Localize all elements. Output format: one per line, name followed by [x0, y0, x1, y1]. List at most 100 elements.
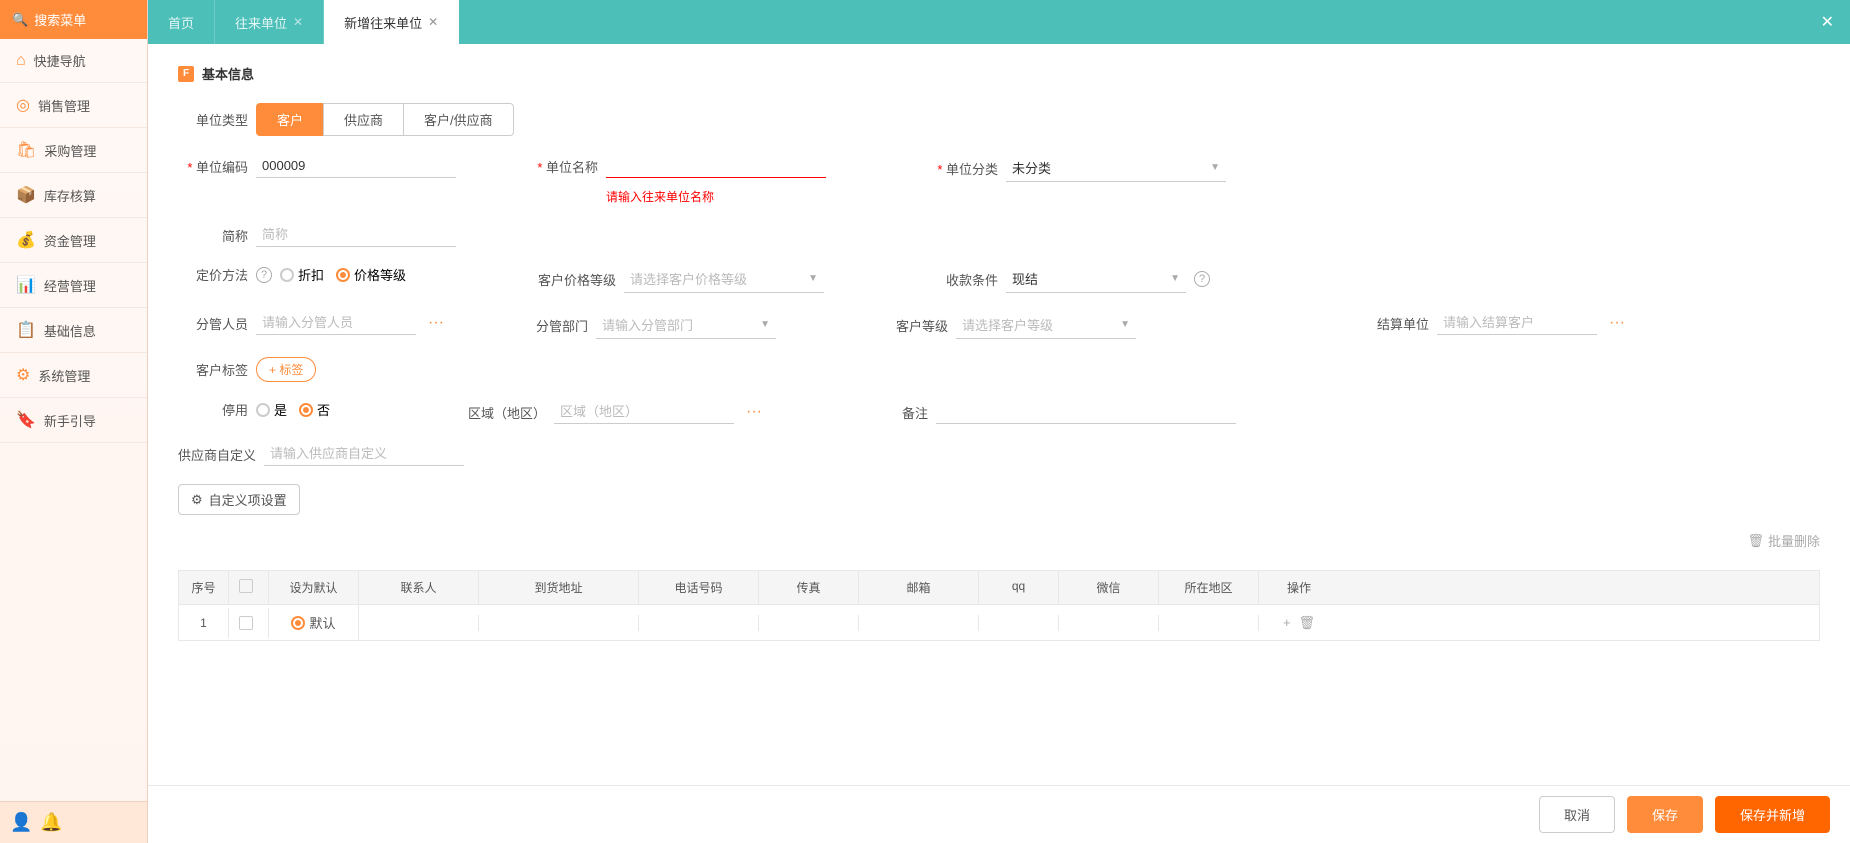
- row1-wechat[interactable]: [1059, 615, 1159, 631]
- customer-price-level-select[interactable]: 请选择客户价格等级 ▼: [624, 265, 824, 293]
- customer-level-label: 客户等级: [878, 316, 948, 335]
- radio-yes[interactable]: 是: [256, 400, 287, 419]
- sidebar-item-operations[interactable]: 📊 经营管理: [0, 263, 147, 308]
- remark-label: 备注: [858, 403, 928, 422]
- tab-home[interactable]: 首页: [148, 0, 215, 44]
- custom-settings-button[interactable]: ⚙ 自定义项设置: [178, 484, 300, 515]
- settlement-unit-group: 结算单位 ···: [1359, 311, 1820, 335]
- notification-icon: 🔔: [40, 812, 62, 833]
- save-button[interactable]: 保存: [1627, 796, 1703, 833]
- close-all-tabs[interactable]: ✕: [1805, 12, 1850, 32]
- manager-group: 分管人员 ···: [178, 311, 498, 335]
- disabled-radio-group: 是 否: [256, 400, 330, 419]
- system-icon: ⚙: [16, 365, 30, 385]
- select-all-checkbox[interactable]: [239, 579, 253, 593]
- row1-region[interactable]: [1159, 615, 1259, 631]
- customer-level-select[interactable]: 请选择客户等级 ▼: [956, 311, 1136, 339]
- sidebar-item-finance[interactable]: 💰 资金管理: [0, 218, 147, 263]
- type-btn-customer[interactable]: 客户: [256, 103, 323, 136]
- unit-code-input[interactable]: [256, 154, 456, 178]
- manager-input[interactable]: [256, 311, 416, 335]
- region-more-icon[interactable]: ···: [742, 401, 766, 423]
- col-header-region: 所在地区: [1159, 571, 1259, 604]
- batch-delete-button[interactable]: 🗑 批量删除: [178, 531, 1820, 550]
- row1-ops: + 🗑: [1259, 607, 1339, 639]
- add-tag-button[interactable]: + 标签: [256, 357, 316, 382]
- row1-default-circle: [291, 616, 305, 630]
- settings-gear-icon: ⚙: [191, 492, 203, 508]
- row1-default-radio[interactable]: 默认: [279, 613, 348, 632]
- disabled-group: 停用 是 否: [178, 400, 428, 419]
- manager-more-icon[interactable]: ···: [424, 312, 448, 334]
- disabled-label: 停用: [178, 400, 248, 419]
- close-new-partner-tab[interactable]: ✕: [428, 15, 438, 29]
- row1-checkbox[interactable]: [239, 616, 253, 630]
- unit-type-label: 单位类型: [178, 110, 248, 129]
- tab-new-partner[interactable]: 新增往来单位 ✕: [324, 0, 459, 44]
- sidebar-item-system[interactable]: ⚙ 系统管理: [0, 353, 147, 398]
- row1-add-icon[interactable]: +: [1283, 615, 1291, 631]
- sidebar-item-purchase[interactable]: 🛍 采购管理: [0, 128, 147, 173]
- type-btn-both[interactable]: 客户/供应商: [403, 103, 514, 136]
- supplier-custom-input[interactable]: [264, 442, 464, 466]
- department-label: 分管部门: [518, 316, 588, 335]
- row1-seq: 1: [179, 608, 229, 638]
- row1-delete-icon[interactable]: 🗑: [1299, 615, 1316, 631]
- row1-fax[interactable]: [759, 615, 859, 631]
- customer-price-level-label: 客户价格等级: [538, 270, 616, 289]
- unit-category-label: 单位分类: [928, 159, 998, 178]
- cancel-button[interactable]: 取消: [1539, 796, 1615, 833]
- radio-no[interactable]: 否: [299, 400, 330, 419]
- row1-contact[interactable]: [359, 615, 479, 631]
- short-name-input[interactable]: [256, 223, 456, 247]
- customer-tag-row: 客户标签 + 标签: [178, 357, 1820, 382]
- customer-tag-label: 客户标签: [178, 360, 248, 379]
- radio-level-circle: [336, 268, 350, 282]
- pricing-method-label: 定价方法: [178, 265, 248, 284]
- sidebar-item-guide[interactable]: 🔖 新手引导: [0, 398, 147, 443]
- batch-delete-icon: 🗑: [1747, 533, 1764, 549]
- base-info-icon: 📋: [16, 320, 36, 340]
- row1-default: 默认: [269, 605, 359, 640]
- sidebar-item-base-info[interactable]: 📋 基础信息: [0, 308, 147, 353]
- settlement-more-icon[interactable]: ···: [1605, 312, 1629, 334]
- col-header-fax: 传真: [759, 571, 859, 604]
- short-name-group: 简称: [178, 223, 528, 247]
- close-partners-tab[interactable]: ✕: [293, 15, 303, 29]
- remark-input[interactable]: [936, 400, 1236, 424]
- row1-address[interactable]: [479, 615, 639, 631]
- search-menu[interactable]: 🔍 搜索菜单: [0, 0, 147, 39]
- user-icon: 👤: [10, 812, 32, 833]
- payment-terms-select[interactable]: 现结 ▼: [1006, 265, 1186, 293]
- unit-category-select[interactable]: 未分类 ▼: [1006, 154, 1226, 182]
- unit-name-input[interactable]: [606, 154, 826, 178]
- tab-partners[interactable]: 往来单位 ✕: [215, 0, 324, 44]
- radio-level[interactable]: 价格等级: [336, 265, 406, 284]
- sidebar-item-inventory[interactable]: 📦 库存核算: [0, 173, 147, 218]
- radio-discount[interactable]: 折扣: [280, 265, 324, 284]
- row1-qq[interactable]: [979, 615, 1059, 631]
- sidebar-item-sales[interactable]: ◎ 销售管理: [0, 83, 147, 128]
- col-header-email: 邮箱: [859, 571, 979, 604]
- sidebar-item-quick-nav[interactable]: ⌂ 快捷导航: [0, 39, 147, 83]
- category-arrow-icon: ▼: [1210, 162, 1220, 173]
- type-btn-supplier[interactable]: 供应商: [323, 103, 403, 136]
- unit-type-row: 单位类型 客户 供应商 客户/供应商: [178, 103, 1820, 136]
- supplier-custom-row: 供应商自定义: [178, 442, 1820, 466]
- department-select[interactable]: 请输入分管部门 ▼: [596, 311, 776, 339]
- col-header-phone: 电话号码: [639, 571, 759, 604]
- pricing-help-icon[interactable]: ?: [256, 267, 272, 283]
- manager-row: 分管人员 ··· 分管部门 请输入分管部门 ▼ 客户等级 请选择客户等级 ▼ 结…: [178, 311, 1820, 339]
- unit-category-group: 单位分类 未分类 ▼: [928, 154, 1328, 182]
- row1-email[interactable]: [859, 615, 979, 631]
- payment-help-icon[interactable]: ?: [1194, 271, 1210, 287]
- table-header: 序号 设为默认 联系人 到货地址 电话号码 传真 邮箱 qq 微信 所在地区 操…: [179, 571, 1819, 605]
- row1-phone[interactable]: [639, 615, 759, 631]
- operations-icon: 📊: [16, 275, 36, 295]
- radio-yes-circle: [256, 403, 270, 417]
- save-and-new-button[interactable]: 保存并新增: [1715, 796, 1830, 833]
- col-header-qq: qq: [979, 571, 1059, 604]
- settlement-unit-input[interactable]: [1437, 311, 1597, 335]
- region-input[interactable]: [554, 400, 734, 424]
- section-icon: F: [178, 66, 194, 82]
